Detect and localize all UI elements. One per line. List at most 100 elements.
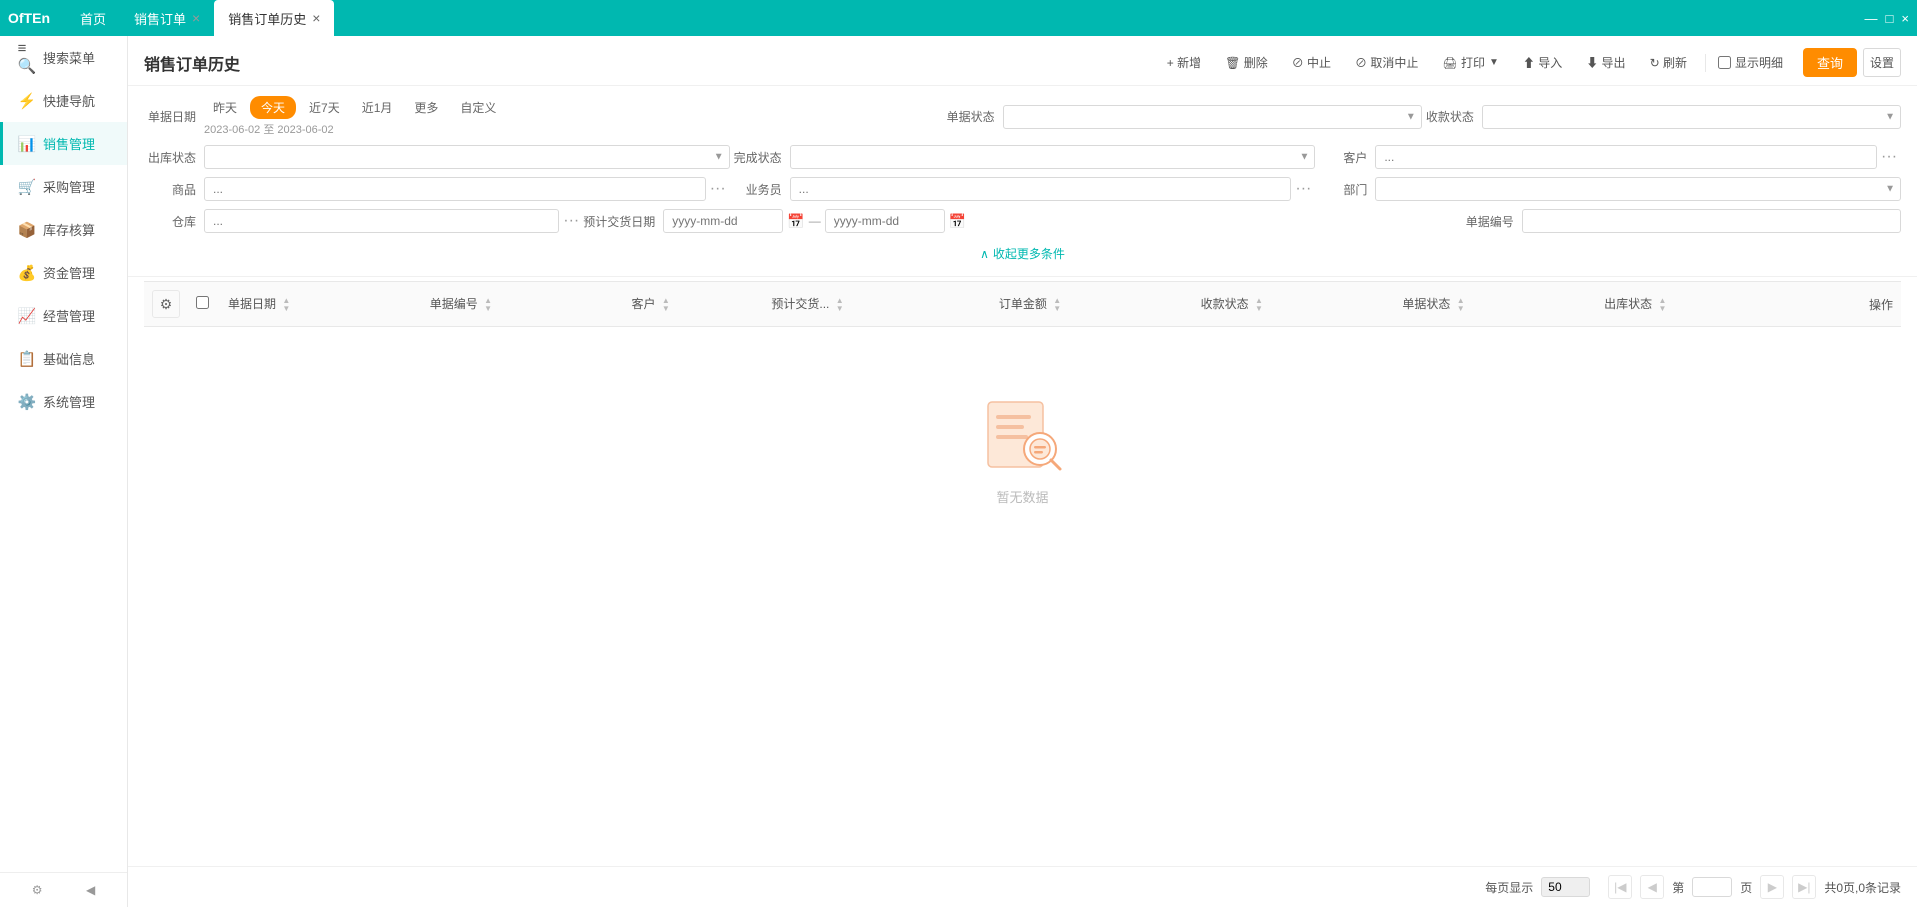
sidebar-collapse-icon[interactable]: ◀ xyxy=(86,883,95,897)
tab-sales-order[interactable]: 销售订单 × xyxy=(120,0,214,36)
last-page-button[interactable]: ▶| xyxy=(1792,875,1816,899)
window-close-button[interactable]: × xyxy=(1901,11,1909,26)
warehouse-browse-icon[interactable]: ··· xyxy=(559,212,583,230)
page-size-label: 每页显示 xyxy=(1485,879,1533,896)
search-menu-icon: ≡🔍 xyxy=(19,50,35,66)
th-payment-status[interactable]: 收款状态 ▲▼ xyxy=(1193,282,1395,327)
date-today[interactable]: 今天 xyxy=(250,96,296,119)
delete-button[interactable]: 🗑 删除 xyxy=(1219,50,1274,75)
first-page-button[interactable]: |◀ xyxy=(1608,875,1632,899)
th-expected-delivery[interactable]: 预计交货... ▲▼ xyxy=(763,282,991,327)
query-button[interactable]: 查询 xyxy=(1803,48,1857,77)
th-order-amount[interactable]: 订单金额 ▲▼ xyxy=(991,282,1193,327)
settings-button[interactable]: 设置 xyxy=(1863,48,1901,77)
sort-doc-date-icon: ▲▼ xyxy=(282,297,290,313)
th-doc-date[interactable]: 单据日期 ▲▼ xyxy=(220,282,422,327)
filter-row-2: 出库状态 ▼ 完成状态 ▼ xyxy=(144,145,1901,169)
page-size-select[interactable]: 10 20 50 100 xyxy=(1541,877,1590,897)
top-bar: OfTEn 首页 销售订单 × 销售订单历史 × — □ × xyxy=(0,0,1917,36)
refresh-button[interactable]: ↻ 刷新 xyxy=(1644,50,1693,75)
show-detail-checkbox[interactable] xyxy=(1718,56,1731,69)
collapse-up-icon: ∧ xyxy=(980,247,989,261)
customer-browse-icon[interactable]: ··· xyxy=(1877,148,1901,166)
sidebar-item-basic-info[interactable]: 📋 基础信息 xyxy=(0,337,127,380)
filter-completion-status: 完成状态 ▼ xyxy=(730,145,1316,169)
sidebar-item-search-menu[interactable]: ≡🔍 搜索菜单 xyxy=(0,36,127,79)
product-label: 商品 xyxy=(144,181,204,198)
customer-input[interactable] xyxy=(1375,145,1877,169)
filter-delivery-status: 出库状态 ▼ xyxy=(144,145,730,169)
completion-status-select[interactable] xyxy=(790,145,1316,169)
sidebar-item-system-mgmt[interactable]: ⚙️ 系统管理 xyxy=(0,380,127,423)
warehouse-input[interactable] xyxy=(204,209,559,233)
filter-row-3: 商品 ··· 业务员 ··· 部门 xyxy=(144,177,1901,201)
doc-number-input[interactable] xyxy=(1522,209,1901,233)
prev-page-button[interactable]: ◀ xyxy=(1640,875,1664,899)
window-min-button[interactable]: — xyxy=(1865,11,1878,26)
date-yesterday[interactable]: 昨天 xyxy=(204,96,246,119)
sidebar-item-inventory[interactable]: 📦 库存核算 xyxy=(0,208,127,251)
date-range-wrapper: 昨天 今天 近7天 近1月 更多 自定义 2023-06-02 至 2023-0… xyxy=(204,96,505,137)
sidebar-item-purchase-mgmt[interactable]: 🛒 采购管理 xyxy=(0,165,127,208)
date-separator: — xyxy=(809,214,821,228)
date-7days[interactable]: 近7天 xyxy=(300,96,349,119)
doc-status-label: 单据状态 xyxy=(943,108,1003,125)
department-select[interactable] xyxy=(1375,177,1901,201)
date-custom[interactable]: 自定义 xyxy=(451,96,505,119)
payment-status-select[interactable] xyxy=(1482,105,1901,129)
date-to-input[interactable] xyxy=(825,209,945,233)
sidebar-item-finance[interactable]: 💰 资金管理 xyxy=(0,251,127,294)
top-bar-controls: — □ × xyxy=(1865,11,1909,26)
toolbar-divider xyxy=(1705,54,1706,72)
new-button[interactable]: + 新增 xyxy=(1161,50,1207,75)
sort-payment-status-icon: ▲▼ xyxy=(1255,297,1263,313)
next-page-button[interactable]: ▶ xyxy=(1760,875,1784,899)
filter-doc-number: 单据编号 xyxy=(1462,209,1901,233)
th-customer[interactable]: 客户 ▲▼ xyxy=(623,282,763,327)
table-settings-button[interactable]: ⚙ xyxy=(152,290,180,318)
sidebar-item-sales-mgmt[interactable]: 📊 销售管理 xyxy=(0,122,127,165)
date-to-calendar-icon[interactable]: 📅 xyxy=(949,213,966,230)
print-dropdown-icon[interactable]: ▼ xyxy=(1489,57,1499,68)
data-table: ⚙ 单据日期 ▲▼ 单据编号 ▲▼ xyxy=(144,281,1901,546)
select-all-checkbox[interactable] xyxy=(196,296,209,309)
sidebar-item-operations[interactable]: 📈 经营管理 xyxy=(0,294,127,337)
tab-sales-order-close[interactable]: × xyxy=(192,11,200,25)
stop-button[interactable]: ⊘ 中止 xyxy=(1286,50,1337,75)
doc-status-select[interactable] xyxy=(1003,105,1422,129)
product-input[interactable] xyxy=(204,177,706,201)
empty-text: 暂无数据 xyxy=(996,487,1048,506)
page-number-input[interactable]: 1 xyxy=(1692,877,1732,897)
export-button[interactable]: ⬇ 导出 xyxy=(1580,50,1631,75)
empty-state-row: 暂无数据 xyxy=(144,327,1901,547)
tab-home[interactable]: 首页 xyxy=(66,0,120,36)
cancel-stop-button[interactable]: ⊘ 取消中止 xyxy=(1349,50,1424,75)
show-detail-toggle[interactable]: 显示明细 xyxy=(1718,54,1783,71)
date-more[interactable]: 更多 xyxy=(405,96,447,119)
brand-text: OfTEn xyxy=(8,10,50,26)
import-button[interactable]: ⬆ 导入 xyxy=(1517,50,1568,75)
no-data-svg xyxy=(963,387,1083,487)
sales-mgmt-icon: 📊 xyxy=(19,136,35,152)
th-doc-number[interactable]: 单据编号 ▲▼ xyxy=(422,282,624,327)
tab-sales-order-history-close[interactable]: × xyxy=(312,11,320,25)
print-button[interactable]: 🖨 打印 ▼ xyxy=(1436,50,1504,75)
th-doc-status[interactable]: 单据状态 ▲▼ xyxy=(1394,282,1596,327)
tab-sales-order-history[interactable]: 销售订单历史 × xyxy=(214,0,334,36)
product-browse-icon[interactable]: ··· xyxy=(706,180,730,198)
collapse-filters-link[interactable]: ∧ 收起更多条件 xyxy=(144,241,1901,266)
salesperson-browse-icon[interactable]: ··· xyxy=(1291,180,1315,198)
table-body: 暂无数据 xyxy=(144,327,1901,547)
salesperson-input[interactable] xyxy=(790,177,1292,201)
filter-expected-delivery: 预计交货日期 📅 — 📅 xyxy=(583,209,1462,233)
th-gear[interactable]: ⚙ xyxy=(144,282,188,327)
th-delivery-status[interactable]: 出库状态 ▲▼ xyxy=(1596,282,1798,327)
th-checkbox[interactable] xyxy=(188,282,220,327)
delivery-status-select[interactable] xyxy=(204,145,730,169)
date-from-calendar-icon[interactable]: 📅 xyxy=(787,213,804,230)
date-from-input[interactable] xyxy=(663,209,783,233)
sidebar-settings-icon[interactable]: ⚙ xyxy=(32,883,43,897)
sidebar-item-quick-nav[interactable]: ⚡ 快捷导航 xyxy=(0,79,127,122)
window-max-button[interactable]: □ xyxy=(1886,11,1894,26)
date-1month[interactable]: 近1月 xyxy=(353,96,402,119)
